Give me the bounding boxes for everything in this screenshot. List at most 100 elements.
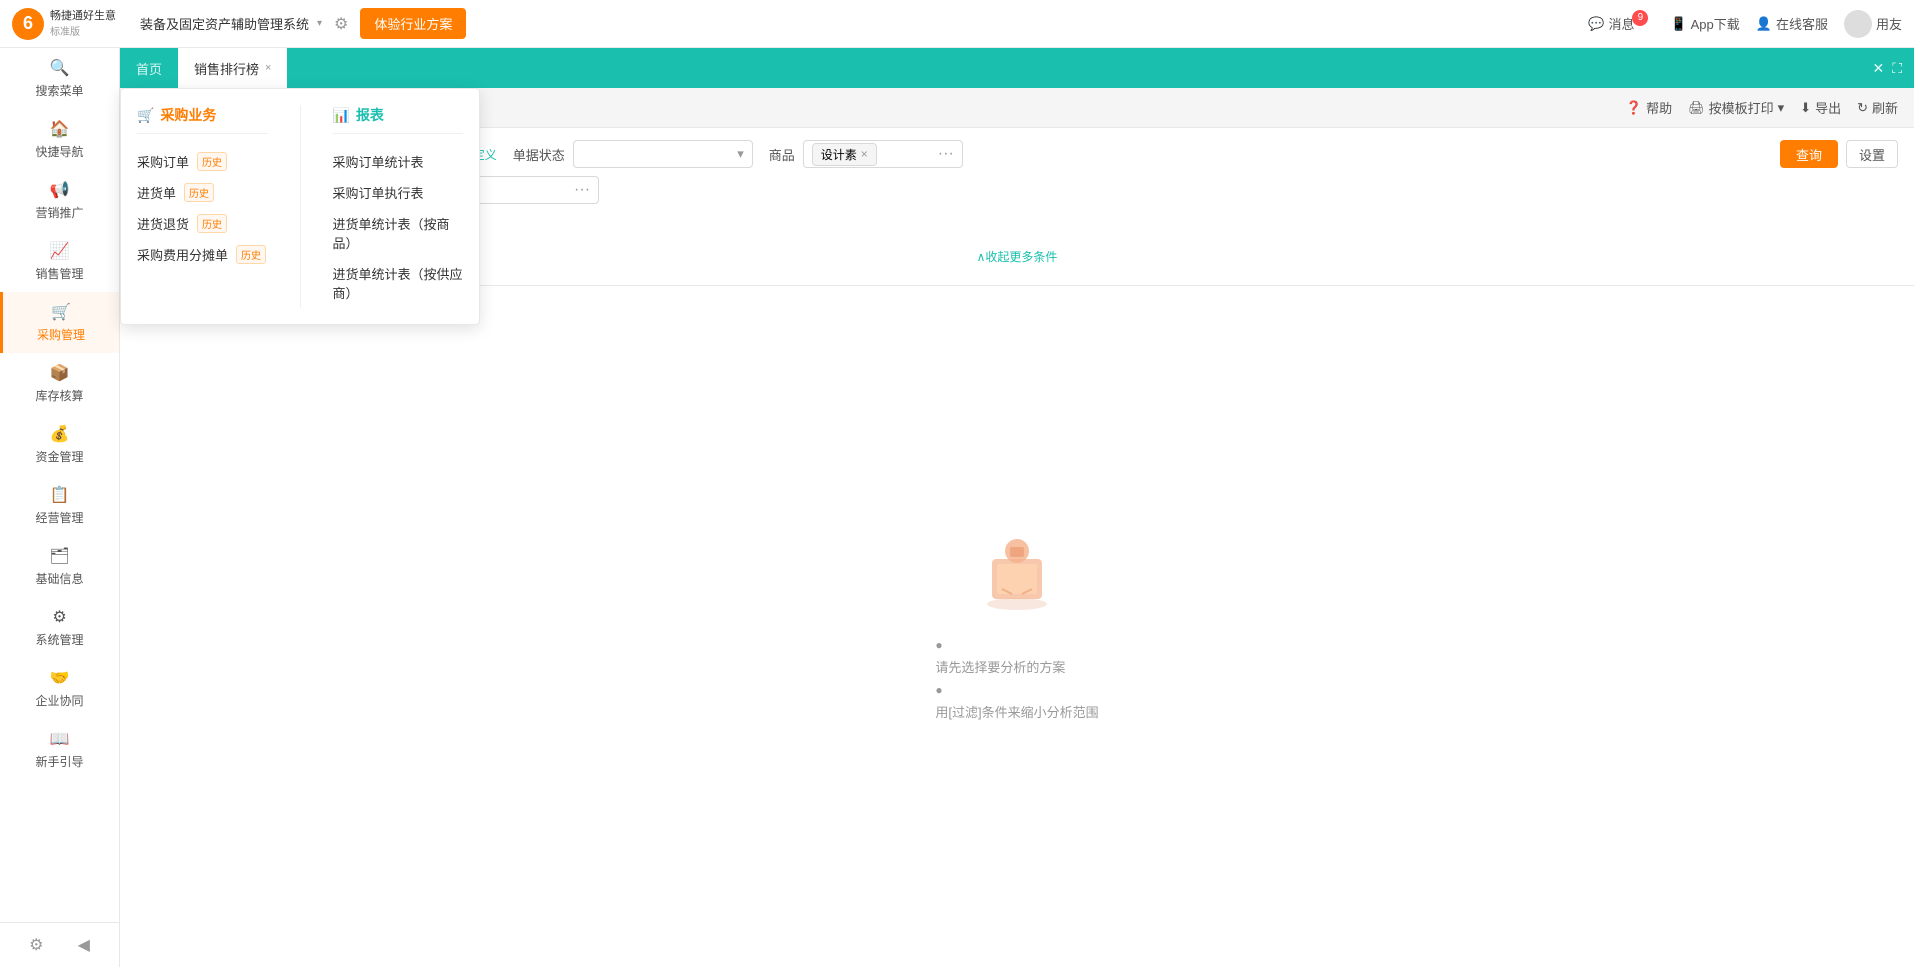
goods-label: 商品 bbox=[769, 145, 795, 164]
system-title: 装备及固定资产辅助管理系统 bbox=[140, 14, 309, 33]
refresh-btn[interactable]: ↻ 刷新 bbox=[1857, 98, 1898, 117]
message-btn[interactable]: 💬 消息 9 bbox=[1588, 14, 1654, 33]
dropdown-item-inbound-stats-supplier[interactable]: 进货单统计表（按供应商） bbox=[333, 258, 464, 308]
tab-bar: 首页 销售排行榜 × ✕ ⛶ bbox=[120, 48, 1914, 88]
home-icon: 🏠 bbox=[50, 119, 70, 139]
sidebar-item-inventory[interactable]: 📦 库存核算 bbox=[0, 353, 119, 414]
sidebar-item-basic-info[interactable]: 🗂 基础信息 bbox=[0, 536, 119, 597]
goods-tag: 设计素 × bbox=[812, 143, 877, 166]
user-area[interactable]: 用友 bbox=[1844, 10, 1902, 38]
sidebar-settings-icon[interactable]: ⚙ bbox=[29, 935, 43, 955]
sidebar-label-enterprise: 企业协同 bbox=[35, 692, 83, 709]
search-btn[interactable]: 查询 bbox=[1780, 140, 1838, 168]
sidebar-label-guide: 新手引导 bbox=[35, 753, 83, 770]
goods-tag-remove[interactable]: × bbox=[861, 147, 868, 161]
sidebar-label-quick-nav: 快捷导航 bbox=[35, 143, 83, 160]
sidebar: 🔍 搜索菜单 🏠 快捷导航 📢 营销推广 📈 销售管理 🛒 采购管理 📦 库存核… bbox=[0, 48, 120, 967]
tab-home-label: 首页 bbox=[136, 59, 162, 78]
voucher-status-dropdown-icon: ▾ bbox=[737, 146, 744, 162]
goods-filter-input[interactable]: 设计素 × ··· bbox=[803, 140, 963, 168]
dropdown-item-inbound-stats-supplier-label: 进货单统计表（按供应商） bbox=[333, 264, 464, 302]
empty-tip2: ● 用[过滤]条件来缩小分析范围 bbox=[935, 680, 1098, 725]
dropdown-item-return[interactable]: 进货退货 历史 bbox=[137, 208, 268, 239]
export-btn[interactable]: ⬇ 导出 bbox=[1800, 98, 1841, 117]
top-header: 6 畅捷通好生意 标准版 装备及固定资产辅助管理系统 ▾ ⚙ 体验行业方案 💬 … bbox=[0, 0, 1914, 48]
empty-illustration bbox=[972, 529, 1062, 619]
dropdown-item-inbound-stats-goods-label: 进货单统计表（按商品） bbox=[333, 214, 464, 252]
sidebar-label-inventory: 库存核算 bbox=[35, 387, 83, 404]
export-icon: ⬇ bbox=[1800, 100, 1811, 116]
inventory-icon: 📦 bbox=[50, 363, 70, 383]
voucher-status-select[interactable]: ▾ bbox=[573, 140, 753, 168]
sidebar-item-marketing[interactable]: 📢 营销推广 bbox=[0, 170, 119, 231]
sidebar-item-sales[interactable]: 📈 销售管理 bbox=[0, 231, 119, 292]
sidebar-item-purchase[interactable]: 🛒 采购管理 bbox=[0, 292, 119, 353]
message-label: 消息 bbox=[1608, 14, 1634, 33]
industry-btn[interactable]: 体验行业方案 bbox=[360, 8, 466, 39]
basic-info-icon: 🗂 bbox=[49, 546, 69, 566]
help-btn[interactable]: ❓ 帮助 bbox=[1626, 98, 1672, 117]
search-icon: 🔍 bbox=[50, 58, 70, 78]
settings-icon[interactable]: ⚙ bbox=[334, 14, 348, 34]
hist-tag-inbound: 历史 bbox=[184, 183, 214, 202]
sidebar-label-search: 搜索菜单 bbox=[35, 82, 83, 99]
empty-svg bbox=[972, 529, 1062, 619]
window-maximize-icon[interactable]: ⛶ bbox=[1892, 60, 1902, 77]
dropdown-item-expense-label: 采购费用分摊单 bbox=[137, 245, 228, 264]
tab-bar-right: ✕ ⛶ bbox=[1872, 60, 1914, 77]
setting-btn[interactable]: 设置 bbox=[1846, 140, 1898, 168]
sales-icon: 📈 bbox=[50, 241, 70, 261]
online-service-btn[interactable]: 👤 在线客服 bbox=[1756, 14, 1828, 33]
hist-tag-return: 历史 bbox=[197, 214, 227, 233]
dropdown-item-purchase-order[interactable]: 采购订单 历史 bbox=[137, 146, 268, 177]
logo-text: 畅捷通好生意 bbox=[50, 9, 116, 23]
sidebar-item-search[interactable]: 🔍 搜索菜单 bbox=[0, 48, 119, 109]
sidebar-collapse-icon[interactable]: ◀ bbox=[78, 935, 90, 955]
user-label: 用友 bbox=[1876, 14, 1902, 33]
sidebar-item-operations[interactable]: 📋 经营管理 bbox=[0, 475, 119, 536]
purchase-dropdown-menu: 🛒 采购业务 采购订单 历史 进货单 历史 进货退货 历史 采购费用分摊单 历史 bbox=[120, 88, 480, 325]
message-icon: 💬 bbox=[1588, 16, 1604, 32]
dropdown-item-inbound[interactable]: 进货单 历史 bbox=[137, 177, 268, 208]
dropdown-item-order-exec[interactable]: 采购订单执行表 bbox=[333, 177, 464, 208]
user-avatar bbox=[1844, 10, 1872, 38]
system-icon: ⚙ bbox=[52, 607, 66, 627]
dropdown-item-order-stats[interactable]: 采购订单统计表 bbox=[333, 146, 464, 177]
window-close-icon[interactable]: ✕ bbox=[1872, 60, 1884, 77]
dropdown-col-report: 📊 报表 采购订单统计表 采购订单执行表 进货单统计表（按商品） 进货单统计表（… bbox=[333, 105, 464, 308]
empty-tip1: ● 请先选择要分析的方案 bbox=[935, 635, 1098, 680]
sidebar-bottom: ⚙ ◀ bbox=[0, 922, 119, 967]
staff-more-icon[interactable]: ··· bbox=[574, 181, 590, 199]
print-btn[interactable]: 🖨 按模板打印 ▾ bbox=[1688, 98, 1784, 117]
service-icon: 👤 bbox=[1756, 16, 1772, 32]
phone-icon: 📱 bbox=[1670, 16, 1686, 32]
sidebar-label-sales: 销售管理 bbox=[35, 265, 83, 282]
sidebar-item-enterprise[interactable]: 🤝 企业协同 bbox=[0, 658, 119, 719]
refresh-label: 刷新 bbox=[1872, 98, 1898, 117]
tab-close-icon[interactable]: × bbox=[265, 62, 271, 74]
sidebar-label-marketing: 营销推广 bbox=[35, 204, 83, 221]
sidebar-label-basic-info: 基础信息 bbox=[35, 570, 83, 587]
help-label: 帮助 bbox=[1646, 98, 1672, 117]
sidebar-item-guide[interactable]: 📖 新手引导 bbox=[0, 719, 119, 780]
sidebar-item-system[interactable]: ⚙ 系统管理 bbox=[0, 597, 119, 658]
finance-icon: 💰 bbox=[50, 424, 70, 444]
report-col-icon: 📊 bbox=[333, 107, 350, 124]
dropdown-item-inbound-stats-goods[interactable]: 进货单统计表（按商品） bbox=[333, 208, 464, 258]
goods-more-icon[interactable]: ··· bbox=[938, 145, 954, 163]
sidebar-item-finance[interactable]: 💰 资金管理 bbox=[0, 414, 119, 475]
tab-sales-rank[interactable]: 销售排行榜 × bbox=[178, 48, 287, 88]
print-icon: 🖨 bbox=[1688, 100, 1705, 116]
refresh-icon: ↻ bbox=[1857, 100, 1868, 116]
dropdown-item-inbound-label: 进货单 bbox=[137, 183, 176, 202]
dropdown-item-expense[interactable]: 采购费用分摊单 历史 bbox=[137, 239, 268, 270]
dropdown-item-order-exec-label: 采购订单执行表 bbox=[333, 183, 424, 202]
print-arrow-icon: ▾ bbox=[1778, 100, 1785, 116]
system-title-area: 装备及固定资产辅助管理系统 ▾ ⚙ bbox=[140, 14, 348, 34]
sidebar-item-quick-nav[interactable]: 🏠 快捷导航 bbox=[0, 109, 119, 170]
tab-home[interactable]: 首页 bbox=[120, 48, 178, 88]
hist-tag-expense: 历史 bbox=[236, 245, 266, 264]
dropdown-item-return-label: 进货退货 bbox=[137, 214, 189, 233]
app-download-btn[interactable]: 📱 App下载 bbox=[1670, 14, 1739, 33]
dropdown-arrow-icon[interactable]: ▾ bbox=[317, 18, 322, 29]
